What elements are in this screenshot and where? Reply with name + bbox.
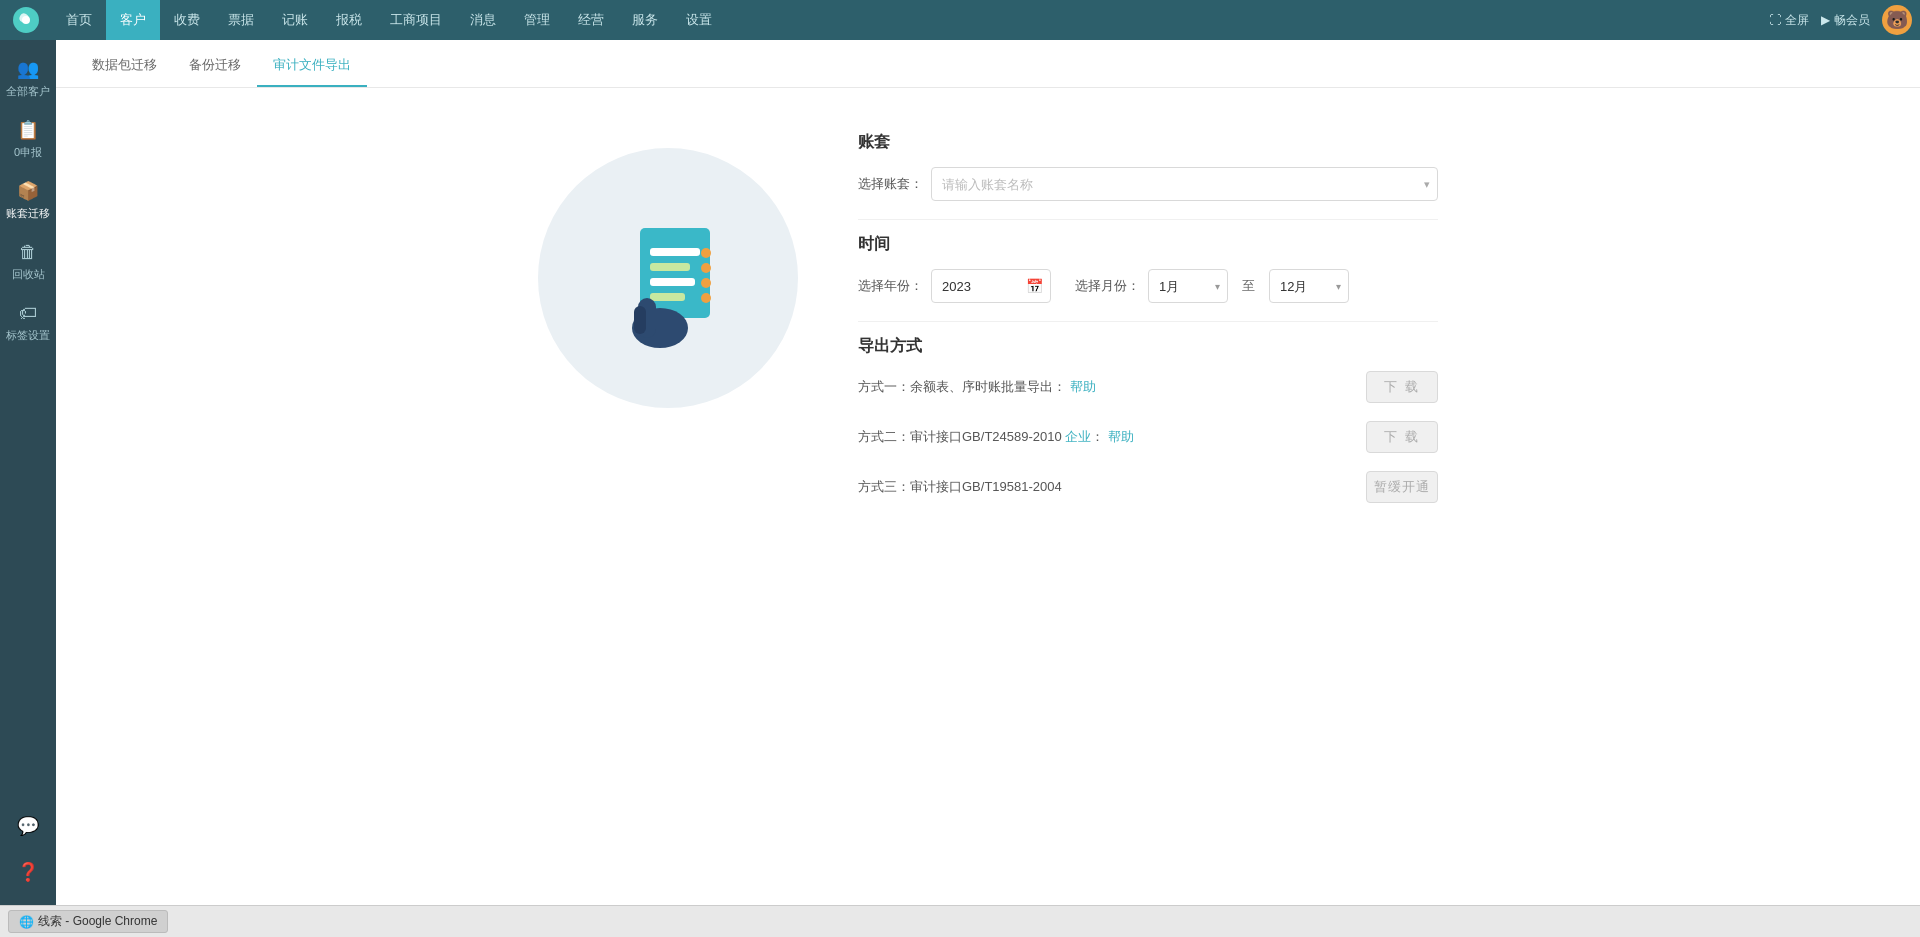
section-divider-2 (858, 321, 1438, 322)
nav-tax[interactable]: 报税 (322, 0, 376, 40)
chat-icon: 💬 (17, 815, 39, 837)
sidebar-help-button[interactable]: ❓ (0, 851, 56, 893)
migration-icon: 📦 (17, 180, 39, 202)
nav-fee[interactable]: 收费 (160, 0, 214, 40)
method3-open-button[interactable]: 暂缓开通 (1366, 471, 1438, 503)
member-button[interactable]: ▶ 畅会员 (1821, 12, 1870, 29)
time-row: 选择年份： 📅 选择月份： 1月2月3月4月 5月6月7月8月 9月10月11月… (858, 269, 1438, 303)
export-container: 账套 选择账套： ▾ 时间 选择年份： (538, 128, 1438, 521)
nav-bookkeeping[interactable]: 记账 (268, 0, 322, 40)
svg-rect-4 (650, 263, 690, 271)
nav-business[interactable]: 工商项目 (376, 0, 456, 40)
tabs-bar: 数据包迁移 备份迁移 审计文件导出 (56, 40, 1920, 88)
app-logo (8, 2, 44, 38)
user-avatar[interactable]: 🐻 (1882, 5, 1912, 35)
start-month-select[interactable]: 1月2月3月4月 5月6月7月8月 9月10月11月12月 (1148, 269, 1228, 303)
year-label: 选择年份： (858, 277, 923, 295)
top-right-actions: ⛶ 全屏 ▶ 畅会员 🐻 (1769, 5, 1912, 35)
method3-label: 方式三：审计接口GB/T19581-2004 (858, 478, 1366, 496)
nav-invoice[interactable]: 票据 (214, 0, 268, 40)
end-month-select-wrap: 1月2月3月4月 5月6月7月8月 9月10月11月 12月 ▾ (1269, 269, 1349, 303)
sidebar-bottom-actions: 💬 ❓ (0, 805, 56, 905)
sidebar-item-zero-declare[interactable]: 📋 0申报 (0, 109, 56, 170)
sidebar-item-recycle[interactable]: 🗑 回收站 (0, 231, 56, 292)
section-divider-1 (858, 219, 1438, 220)
sidebar-chat-button[interactable]: 💬 (0, 805, 56, 847)
tab-audit-export[interactable]: 审计文件导出 (257, 45, 367, 87)
illustration (538, 148, 798, 408)
svg-point-8 (701, 263, 711, 273)
account-input-wrap: ▾ (931, 167, 1438, 201)
svg-point-1 (22, 16, 30, 24)
sidebar-item-tag-settings[interactable]: 🏷 标签设置 (0, 292, 56, 353)
fullscreen-button[interactable]: ⛶ 全屏 (1769, 12, 1809, 29)
nav-settings[interactable]: 设置 (672, 0, 726, 40)
account-section-title: 账套 (858, 132, 1438, 153)
method1-label: 方式一：余额表、序时账批量导出： 帮助 (858, 378, 1366, 396)
sidebar-item-all-clients[interactable]: 👥 全部客户 (0, 48, 56, 109)
nav-client[interactable]: 客户 (106, 0, 160, 40)
method2-enterprise-link[interactable]: 企业 (1065, 429, 1091, 444)
method3-row: 方式三：审计接口GB/T19581-2004 暂缓开通 (858, 471, 1438, 503)
content-area: 数据包迁移 备份迁移 审计文件导出 (56, 40, 1920, 905)
chrome-icon: 🌐 (19, 915, 34, 929)
end-month-select[interactable]: 1月2月3月4月 5月6月7月8月 9月10月11月 12月 (1269, 269, 1349, 303)
main-layout: 👥 全部客户 📋 0申报 📦 账套迁移 🗑 回收站 🏷 标签设置 💬 ❓ (0, 40, 1920, 905)
start-month-select-wrap: 1月2月3月4月 5月6月7月8月 9月10月11月12月 ▾ (1148, 269, 1228, 303)
account-label: 选择账套： (858, 175, 923, 193)
nav-service[interactable]: 服务 (618, 0, 672, 40)
month-label: 选择月份： (1075, 277, 1140, 295)
all-clients-icon: 👥 (17, 58, 39, 80)
nav-message[interactable]: 消息 (456, 0, 510, 40)
method1-help-link[interactable]: 帮助 (1070, 379, 1096, 394)
account-row: 选择账套： ▾ (858, 167, 1438, 201)
svg-point-7 (701, 248, 711, 258)
tab-backup-migration[interactable]: 备份迁移 (173, 45, 257, 87)
recycle-icon: 🗑 (17, 241, 39, 263)
method1-row: 方式一：余额表、序时账批量导出： 帮助 下 载 (858, 371, 1438, 403)
svg-rect-5 (650, 278, 695, 286)
method2-label: 方式二：审计接口GB/T24589-2010 企业： 帮助 (858, 428, 1366, 446)
account-input[interactable] (931, 167, 1438, 201)
method2-help-link[interactable]: 帮助 (1108, 429, 1134, 444)
method2-download-button[interactable]: 下 载 (1366, 421, 1438, 453)
svg-rect-6 (650, 293, 685, 301)
export-section-title: 导出方式 (858, 336, 1438, 357)
nav-home[interactable]: 首页 (52, 0, 106, 40)
sidebar-item-migration[interactable]: 📦 账套迁移 (0, 170, 56, 231)
method2-row: 方式二：审计接口GB/T24589-2010 企业： 帮助 下 载 (858, 421, 1438, 453)
tag-settings-icon: 🏷 (17, 302, 39, 324)
zero-declare-icon: 📋 (17, 119, 39, 141)
page-content: 账套 选择账套： ▾ 时间 选择年份： (56, 88, 1920, 905)
top-navigation: 首页 客户 收费 票据 记账 报税 工商项目 消息 管理 经营 服务 设置 ⛶ … (0, 0, 1920, 40)
svg-rect-3 (650, 248, 700, 256)
to-separator: 至 (1242, 277, 1255, 295)
nav-menu: 首页 客户 收费 票据 记账 报税 工商项目 消息 管理 经营 服务 设置 (52, 0, 1769, 40)
tab-data-migration[interactable]: 数据包迁移 (76, 45, 173, 87)
time-section-title: 时间 (858, 234, 1438, 255)
svg-rect-13 (634, 306, 646, 334)
svg-point-9 (701, 278, 711, 288)
nav-manage[interactable]: 管理 (510, 0, 564, 40)
taskbar-chrome-item[interactable]: 🌐 线索 - Google Chrome (8, 910, 168, 933)
year-select-wrap: 📅 (931, 269, 1051, 303)
form-area: 账套 选择账套： ▾ 时间 选择年份： (858, 128, 1438, 521)
sidebar: 👥 全部客户 📋 0申报 📦 账套迁移 🗑 回收站 🏷 标签设置 💬 ❓ (0, 40, 56, 905)
taskbar: 🌐 线索 - Google Chrome (0, 905, 1920, 937)
help-icon: ❓ (17, 861, 39, 883)
nav-operation[interactable]: 经营 (564, 0, 618, 40)
year-input[interactable] (931, 269, 1051, 303)
svg-point-10 (701, 293, 711, 303)
method1-download-button[interactable]: 下 载 (1366, 371, 1438, 403)
